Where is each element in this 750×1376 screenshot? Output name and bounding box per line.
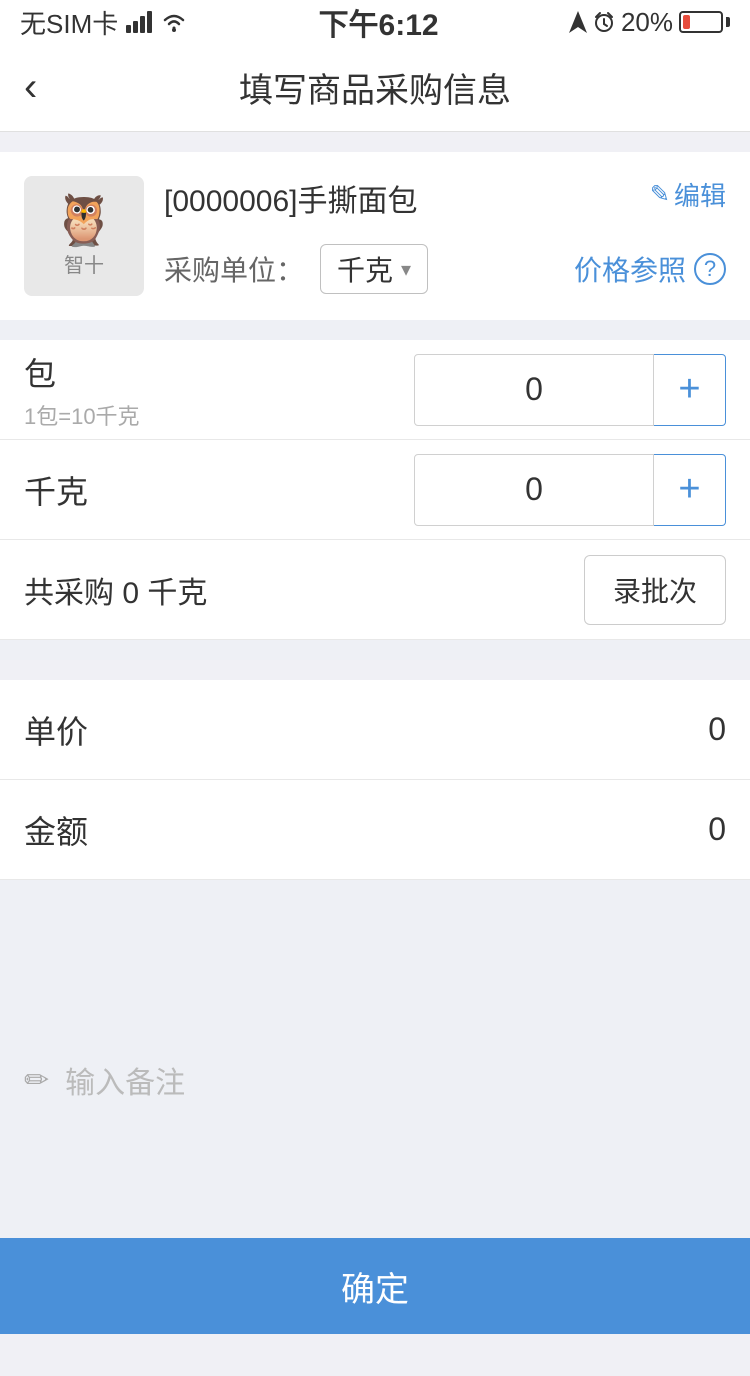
kg-input-right: 0 +	[414, 454, 726, 526]
unit-label: 采购单位：	[164, 249, 304, 289]
kg-label-group: 千克	[24, 467, 184, 513]
summary-text: 共采购 0 千克	[24, 568, 584, 612]
note-placeholder: 输入备注	[65, 1058, 185, 1102]
product-card: 🦉 智十 [0000006]手撕面包 ✎ 编辑 采购单位： 千克 ▾	[0, 152, 750, 320]
product-name: [0000006]手撕面包	[164, 176, 417, 220]
pencil-icon: ✏	[24, 1063, 49, 1098]
summary-row: 共采购 0 千克 录批次	[0, 540, 750, 640]
bao-input-right: 0 +	[414, 354, 726, 426]
confirm-bar[interactable]: 确定	[0, 1238, 750, 1334]
back-button[interactable]: ‹	[24, 55, 57, 120]
carrier-label: 无SIM卡	[20, 4, 118, 41]
location-icon	[569, 11, 587, 33]
product-name-row: [0000006]手撕面包 ✎ 编辑	[164, 176, 726, 220]
nav-bar: ‹ 填写商品采购信息	[0, 44, 750, 132]
status-bar: 无SIM卡 下午6:12	[0, 0, 750, 44]
note-section[interactable]: ✏ 输入备注	[0, 880, 750, 1280]
section-separator-1	[0, 320, 750, 340]
bao-plus-button[interactable]: +	[654, 354, 726, 426]
status-left: 无SIM卡	[20, 4, 188, 41]
unit-select[interactable]: 千克 ▾	[320, 244, 428, 294]
chevron-down-icon: ▾	[401, 257, 411, 282]
product-icon: 🦉	[53, 195, 115, 245]
wifi-icon	[160, 11, 188, 33]
product-info: [0000006]手撕面包 ✎ 编辑 采购单位： 千克 ▾ 价格参照 ?	[164, 176, 726, 294]
unit-price-value: 0	[708, 711, 726, 748]
signal-icon	[126, 11, 152, 33]
status-time: 下午6:12	[319, 0, 439, 44]
kg-plus-button[interactable]: +	[654, 454, 726, 526]
amount-value: 0	[708, 811, 726, 848]
amount-row: 金额 0	[0, 780, 750, 880]
unit-price-row: 单价 0	[0, 680, 750, 780]
amount-label: 金额	[24, 807, 708, 853]
unit-row: 采购单位： 千克 ▾ 价格参照 ?	[164, 244, 726, 294]
battery-icon	[679, 11, 730, 33]
edit-icon: ✎	[650, 180, 670, 209]
product-image: 🦉 智十	[24, 176, 144, 296]
unit-price-label: 单价	[24, 707, 708, 753]
confirm-button-text: 确定	[341, 1262, 409, 1311]
kg-input-row: 千克 0 +	[0, 440, 750, 540]
edit-button[interactable]: ✎ 编辑	[650, 176, 726, 213]
bao-label-group: 包 1包=10千克	[24, 349, 184, 431]
section-separator-2	[0, 640, 750, 660]
battery-percent: 20%	[621, 7, 673, 38]
bao-input-row: 包 1包=10千克 0 +	[0, 340, 750, 440]
page-title: 填写商品采购信息	[239, 63, 511, 112]
status-right: 20%	[569, 7, 730, 38]
alarm-icon	[593, 11, 615, 33]
bao-sub-label: 1包=10千克	[24, 399, 184, 431]
brand-label: 智十	[64, 249, 104, 278]
price-ref-button[interactable]: 价格参照 ?	[574, 249, 726, 289]
help-icon: ?	[694, 253, 726, 285]
kg-main-label: 千克	[24, 467, 184, 513]
kg-input[interactable]: 0	[414, 454, 654, 526]
input-section: 包 1包=10千克 0 + 千克 0 +	[0, 340, 750, 640]
price-section: 单价 0 金额 0	[0, 680, 750, 880]
bao-main-label: 包	[24, 349, 184, 395]
bao-input[interactable]: 0	[414, 354, 654, 426]
batch-button[interactable]: 录批次	[584, 555, 726, 625]
